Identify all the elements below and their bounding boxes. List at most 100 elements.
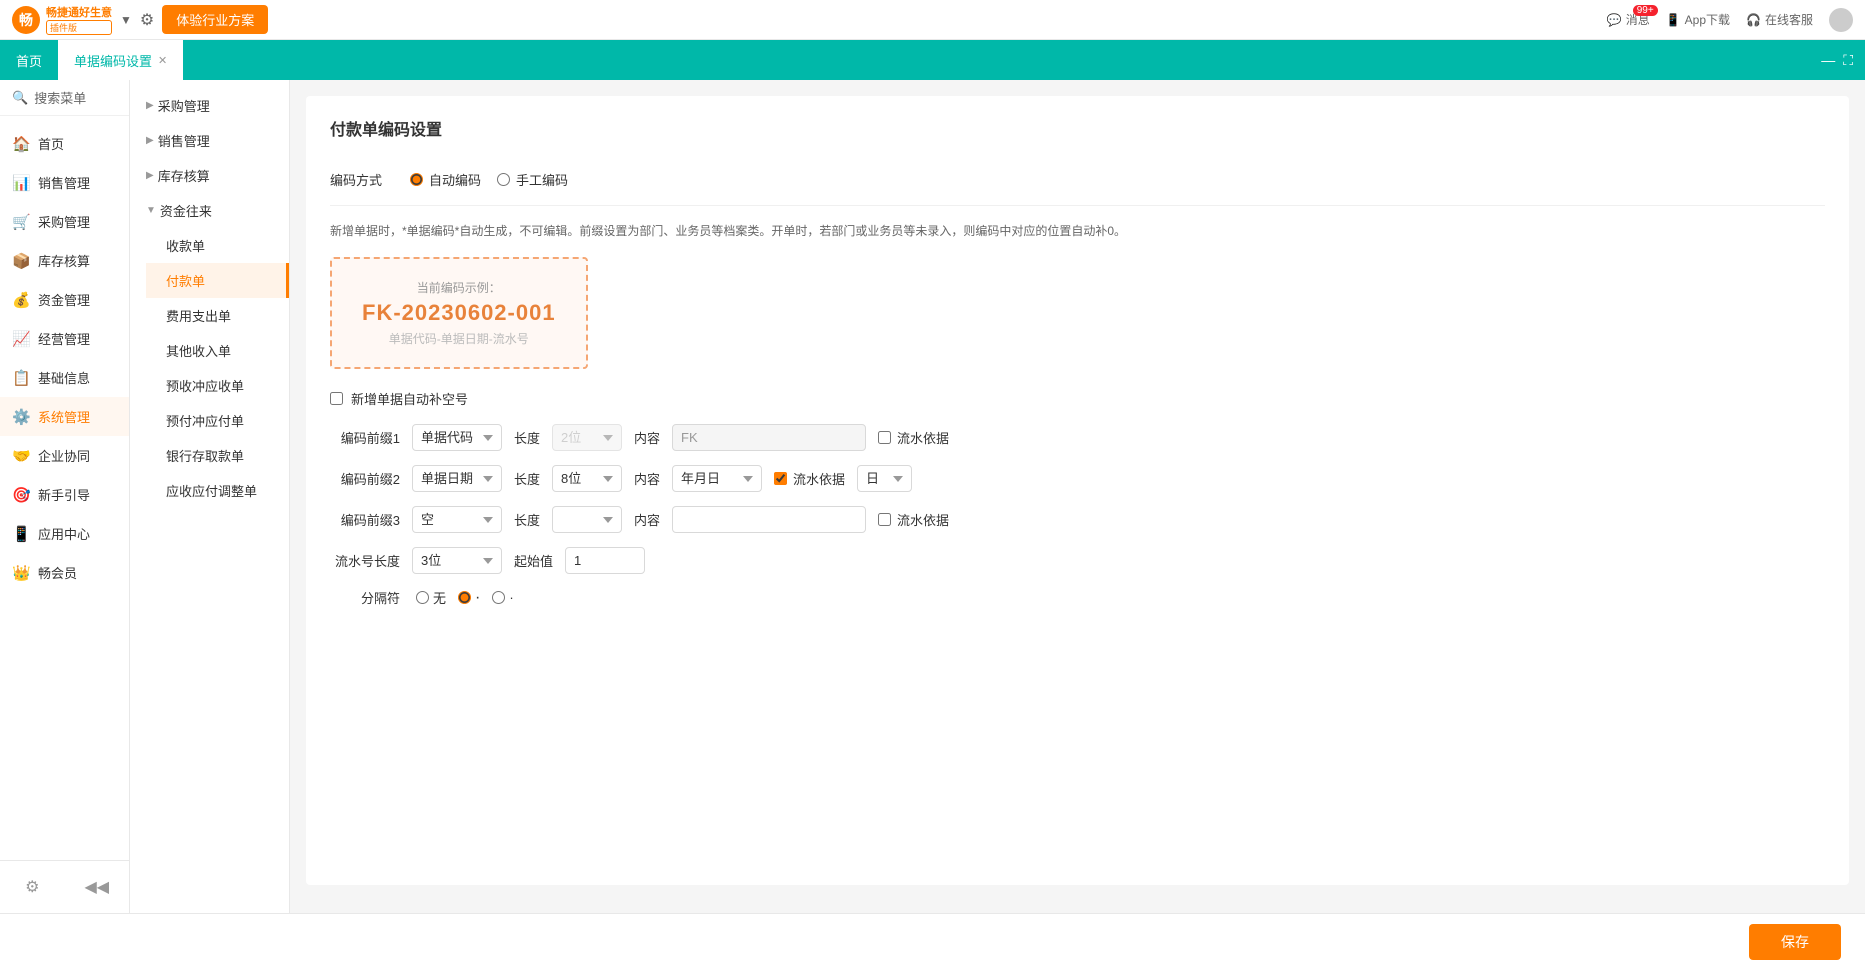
prefix2-select[interactable]: 单据日期	[412, 465, 502, 492]
settings-bottom-btn[interactable]: ⚙	[0, 869, 65, 905]
manual-encode-option[interactable]: 手工编码	[497, 170, 568, 189]
prefix2-stream-check[interactable]: 流水依据	[774, 469, 845, 488]
minimize-icon[interactable]: —	[1821, 52, 1835, 68]
prefix3-content-label: 内容	[634, 510, 660, 529]
page-title: 付款单编码设置	[330, 116, 1825, 140]
sub-item-prepay-recv[interactable]: 预收冲应收单	[146, 368, 289, 403]
tab-encoding[interactable]: 单据编码设置 ✕	[58, 40, 183, 80]
sub-group-purchase-header[interactable]: ▶ 采购管理	[130, 88, 289, 123]
message-icon: 💬	[1607, 13, 1622, 27]
prefix3-stream-checkbox[interactable]	[878, 513, 891, 526]
sidebar-item-home[interactable]: 🏠 首页	[0, 124, 129, 163]
sidebar: 🔍 搜索菜单 🏠 首页 📊 销售管理 🛒 采购管理 📦 库存核算 💰	[0, 80, 130, 913]
tab-home[interactable]: 首页	[0, 40, 58, 80]
sidebar-item-purchase[interactable]: 🛒 采购管理	[0, 202, 129, 241]
navbar: 首页 单据编码设置 ✕ — ⛶	[0, 40, 1865, 80]
collapse-btn[interactable]: ◀◀	[65, 869, 130, 905]
prefix3-stream-check[interactable]: 流水依据	[878, 510, 949, 529]
manual-encode-radio[interactable]	[497, 173, 510, 186]
maximize-icon[interactable]: ⛶	[1843, 52, 1853, 69]
auto-zero-checkbox[interactable]	[330, 392, 343, 405]
prefix2-stream-checkbox[interactable]	[774, 472, 787, 485]
sep-dot[interactable]: ·	[458, 589, 480, 607]
auto-zero-row: 新增单据自动补空号	[330, 389, 1825, 408]
prefix3-len-select[interactable]	[552, 506, 622, 533]
sidebar-item-apps[interactable]: 📱 应用中心	[0, 514, 129, 553]
sub-sidebar: ▶ 采购管理 ▶ 销售管理 ▶ 库存核算 ▼ 资金往来 收款单 付款单	[130, 80, 290, 913]
prefix1-select[interactable]: 单据代码	[412, 424, 502, 451]
search-menu[interactable]: 🔍 搜索菜单	[0, 80, 129, 116]
save-button[interactable]: 保存	[1749, 924, 1841, 960]
sep-dash[interactable]: ·	[492, 590, 513, 605]
sidebar-item-guide[interactable]: 🎯 新手引导	[0, 475, 129, 514]
topbar-dropdown[interactable]: ▼	[120, 13, 132, 27]
prefix1-content-input	[672, 424, 866, 451]
sub-item-other-income[interactable]: 其他收入单	[146, 333, 289, 368]
sidebar-item-operation[interactable]: 📈 经营管理	[0, 319, 129, 358]
sub-item-expense[interactable]: 费用支出单	[146, 298, 289, 333]
sidebar-item-member-label: 畅会员	[38, 563, 77, 582]
sub-item-receipt[interactable]: 收款单	[146, 228, 289, 263]
sidebar-item-enterprise[interactable]: 🤝 企业协同	[0, 436, 129, 475]
prefix1-stream-check[interactable]: 流水依据	[878, 428, 949, 447]
tab-encoding-close[interactable]: ✕	[158, 54, 167, 67]
sidebar-item-member[interactable]: 👑 畅会员	[0, 553, 129, 592]
sidebar-item-inventory[interactable]: 📦 库存核算	[0, 241, 129, 280]
sub-item-prepay-pay[interactable]: 预付冲应付单	[146, 403, 289, 438]
logo-text: 畅捷通好生意 插件版	[46, 4, 112, 35]
topbar-controls: ▼ ⚙	[120, 10, 154, 30]
sidebar-item-guide-label: 新手引导	[38, 485, 90, 504]
prefix1-stream-checkbox[interactable]	[878, 431, 891, 444]
sidebar-item-sales[interactable]: 📊 销售管理	[0, 163, 129, 202]
stream-len-select[interactable]: 3位	[412, 547, 502, 574]
sidebar-item-system[interactable]: ⚙️ 系统管理	[0, 397, 129, 436]
sub-group-capital-header[interactable]: ▼ 资金往来	[130, 193, 289, 228]
gear-icon[interactable]: ⚙	[140, 10, 154, 30]
tab-encoding-label: 单据编码设置	[74, 51, 152, 70]
prefix2-content-select[interactable]: 年月日	[672, 465, 762, 492]
main: 🔍 搜索菜单 🏠 首页 📊 销售管理 🛒 采购管理 📦 库存核算 💰	[0, 80, 1865, 913]
sep-none-radio[interactable]	[416, 591, 429, 604]
sidebar-item-operation-label: 经营管理	[38, 329, 90, 348]
prefix2-day-select[interactable]: 日	[857, 465, 912, 492]
message-item[interactable]: 💬 消息 99+	[1607, 11, 1650, 28]
tab-home-label: 首页	[16, 51, 42, 70]
auto-encode-option[interactable]: 自动编码	[410, 170, 481, 189]
sub-group-inventory: ▶ 库存核算	[130, 158, 289, 193]
search-icon: 🔍	[12, 90, 28, 106]
inventory-arrow: ▶	[146, 170, 154, 181]
sub-group-sales: ▶ 销售管理	[130, 123, 289, 158]
sep-dot-radio[interactable]	[458, 591, 471, 604]
sidebar-item-finance[interactable]: 💰 资金管理	[0, 280, 129, 319]
inventory-icon: 📦	[12, 252, 30, 270]
sep-dash-radio[interactable]	[492, 591, 505, 604]
app-icon: 📱	[1666, 13, 1681, 27]
prefix2-len-select[interactable]: 8位	[552, 465, 622, 492]
auto-encode-radio[interactable]	[410, 173, 423, 186]
sub-group-sales-header[interactable]: ▶ 销售管理	[130, 123, 289, 158]
prefix3-select[interactable]: 空	[412, 506, 502, 533]
prefix1-content-label: 内容	[634, 428, 660, 447]
sub-group-capital: ▼ 资金往来 收款单 付款单 费用支出单 其他收入单 预收冲应收单 预付冲应付单…	[130, 193, 289, 508]
sep-none[interactable]: 无	[416, 588, 446, 607]
app-download-item[interactable]: 📱 App下载	[1666, 11, 1730, 28]
sub-group-inventory-header[interactable]: ▶ 库存核算	[130, 158, 289, 193]
sales-arrow: ▶	[146, 135, 154, 146]
info-text: 新增单据时，*单据编码*自动生成，不可编辑。前缀设置为部门、业务员等档案类。开单…	[330, 222, 1825, 241]
sidebar-item-inventory-label: 库存核算	[38, 251, 90, 270]
sidebar-item-basic[interactable]: 📋 基础信息	[0, 358, 129, 397]
prefix1-len-label: 长度	[514, 428, 540, 447]
preview-desc: 单据代码-单据日期-流水号	[362, 330, 556, 347]
prefix3-content-input[interactable]	[672, 506, 866, 533]
online-service-item[interactable]: 🎧 在线客服	[1746, 11, 1813, 28]
prefix2-content-label: 内容	[634, 469, 660, 488]
avatar[interactable]	[1829, 8, 1853, 32]
sub-item-bank[interactable]: 银行存取款单	[146, 438, 289, 473]
experience-btn[interactable]: 体验行业方案	[162, 5, 268, 34]
encoding-radio-group: 自动编码 手工编码	[410, 170, 568, 189]
sidebar-item-home-label: 首页	[38, 134, 64, 153]
sub-item-payment[interactable]: 付款单	[146, 263, 289, 298]
sub-item-adjustment[interactable]: 应收应付调整单	[146, 473, 289, 508]
bottom-bar: 保存	[0, 913, 1865, 969]
start-value-input[interactable]	[565, 547, 645, 574]
